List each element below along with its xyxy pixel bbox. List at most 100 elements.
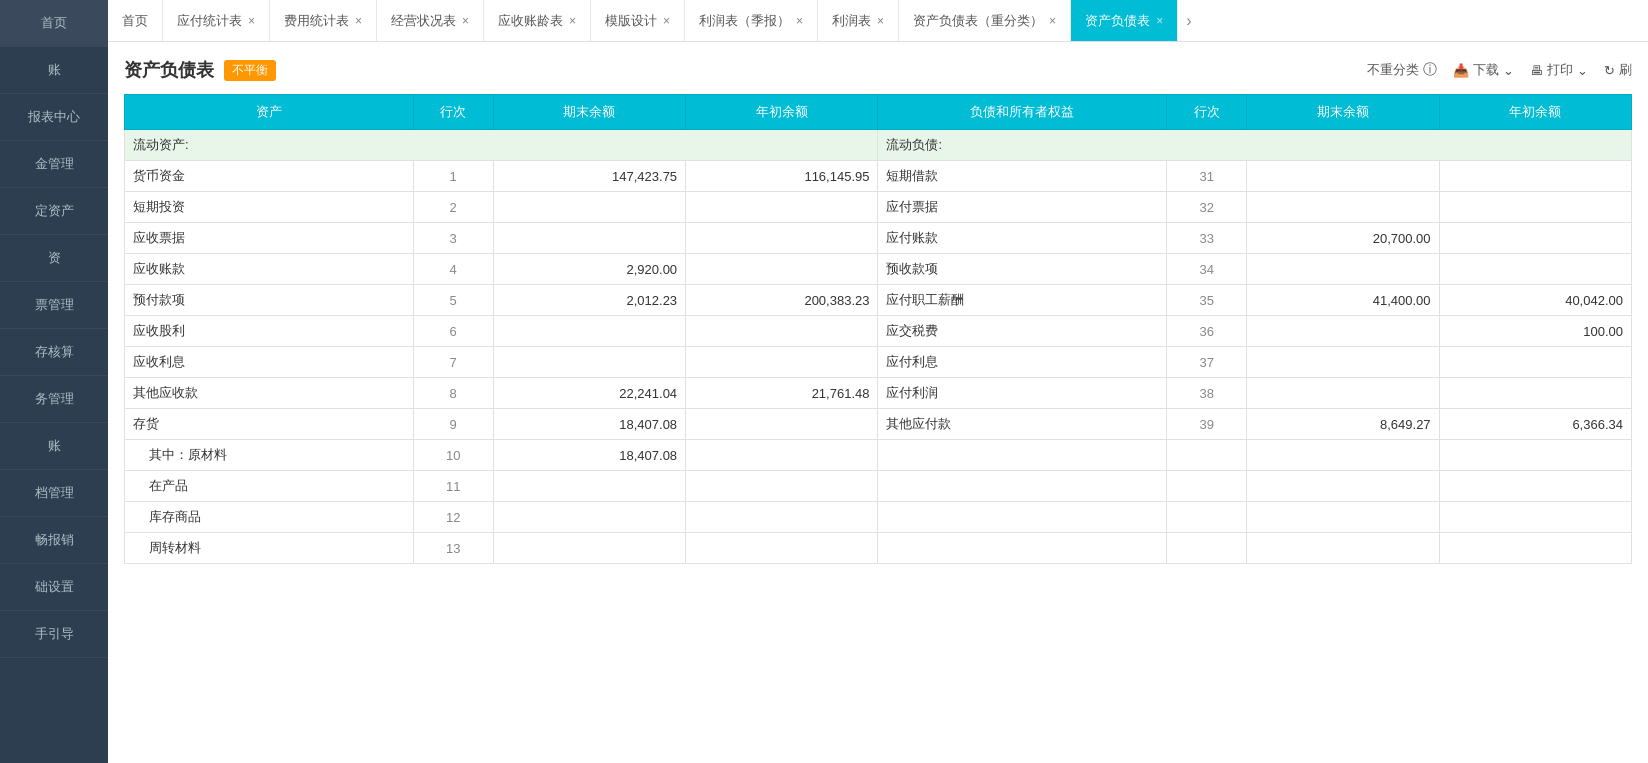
left-year-9[interactable] bbox=[686, 440, 878, 471]
tab-balance-reclassified[interactable]: 资产负债表（重分类） × bbox=[899, 0, 1071, 41]
left-item-3[interactable]: 应收账款 bbox=[125, 254, 414, 285]
left-item-6[interactable]: 应收利息 bbox=[125, 347, 414, 378]
left-item-9[interactable]: 其中：原材料 bbox=[125, 440, 414, 471]
right-year-4[interactable]: 40,042.00 bbox=[1439, 285, 1631, 316]
right-year-12[interactable] bbox=[1439, 533, 1631, 564]
left-period-0[interactable]: 147,423.75 bbox=[493, 161, 685, 192]
left-year-12[interactable] bbox=[686, 533, 878, 564]
left-year-11[interactable] bbox=[686, 502, 878, 533]
sidebar-item-expense[interactable]: 畅报销 bbox=[0, 517, 108, 564]
left-year-8[interactable] bbox=[686, 409, 878, 440]
right-period-5[interactable] bbox=[1247, 316, 1439, 347]
tab-profit-quarterly[interactable]: 利润表（季报） × bbox=[685, 0, 818, 41]
right-period-10[interactable] bbox=[1247, 471, 1439, 502]
right-period-0[interactable] bbox=[1247, 161, 1439, 192]
sidebar-item-affair-management[interactable]: 务管理 bbox=[0, 376, 108, 423]
right-year-2[interactable] bbox=[1439, 223, 1631, 254]
left-year-4[interactable]: 200,383.23 bbox=[686, 285, 878, 316]
right-period-11[interactable] bbox=[1247, 502, 1439, 533]
left-period-2[interactable] bbox=[493, 223, 685, 254]
right-item-4[interactable]: 应付职工薪酬 bbox=[878, 285, 1167, 316]
tab-payable-stats-close[interactable]: × bbox=[248, 14, 255, 28]
left-item-12[interactable]: 周转材料 bbox=[125, 533, 414, 564]
left-item-10[interactable]: 在产品 bbox=[125, 471, 414, 502]
left-period-12[interactable] bbox=[493, 533, 685, 564]
right-item-3[interactable]: 预收款项 bbox=[878, 254, 1167, 285]
left-item-7[interactable]: 其他应收款 bbox=[125, 378, 414, 409]
left-period-9[interactable]: 18,407.08 bbox=[493, 440, 685, 471]
sidebar-item-investment[interactable]: 资 bbox=[0, 235, 108, 282]
right-item-12[interactable] bbox=[878, 533, 1167, 564]
left-item-4[interactable]: 预付款项 bbox=[125, 285, 414, 316]
tab-balance-reclassified-close[interactable]: × bbox=[1049, 14, 1056, 28]
right-item-7[interactable]: 应付利润 bbox=[878, 378, 1167, 409]
left-item-8[interactable]: 存货 bbox=[125, 409, 414, 440]
right-period-1[interactable] bbox=[1247, 192, 1439, 223]
tab-expense-stats[interactable]: 费用统计表 × bbox=[270, 0, 377, 41]
sidebar-item-archive-management[interactable]: 档管理 bbox=[0, 470, 108, 517]
right-item-1[interactable]: 应付票据 bbox=[878, 192, 1167, 223]
left-period-8[interactable]: 18,407.08 bbox=[493, 409, 685, 440]
tab-profit-close[interactable]: × bbox=[877, 14, 884, 28]
right-period-6[interactable] bbox=[1247, 347, 1439, 378]
right-period-8[interactable]: 8,649.27 bbox=[1247, 409, 1439, 440]
tab-template-design[interactable]: 模版设计 × bbox=[591, 0, 685, 41]
right-item-6[interactable]: 应付利息 bbox=[878, 347, 1167, 378]
tab-arrow-right[interactable]: › bbox=[1178, 12, 1199, 30]
tab-receivable-aging[interactable]: 应收账龄表 × bbox=[484, 0, 591, 41]
sidebar-item-guide[interactable]: 手引导 bbox=[0, 611, 108, 658]
tab-balance-sheet-close[interactable]: × bbox=[1156, 14, 1163, 28]
left-year-7[interactable]: 21,761.48 bbox=[686, 378, 878, 409]
left-period-10[interactable] bbox=[493, 471, 685, 502]
right-year-3[interactable] bbox=[1439, 254, 1631, 285]
tab-business-status-close[interactable]: × bbox=[462, 14, 469, 28]
download-action[interactable]: 📥 下载 ⌄ bbox=[1453, 61, 1514, 79]
right-year-11[interactable] bbox=[1439, 502, 1631, 533]
tab-receivable-aging-close[interactable]: × bbox=[569, 14, 576, 28]
right-year-9[interactable] bbox=[1439, 440, 1631, 471]
sidebar-item-ticket-management[interactable]: 票管理 bbox=[0, 282, 108, 329]
left-period-11[interactable] bbox=[493, 502, 685, 533]
sidebar-item-home[interactable]: 首页 bbox=[0, 0, 108, 47]
sidebar-item-inventory-accounting[interactable]: 存核算 bbox=[0, 329, 108, 376]
left-year-1[interactable] bbox=[686, 192, 878, 223]
left-item-0[interactable]: 货币资金 bbox=[125, 161, 414, 192]
right-item-5[interactable]: 应交税费 bbox=[878, 316, 1167, 347]
right-period-9[interactable] bbox=[1247, 440, 1439, 471]
left-year-3[interactable] bbox=[686, 254, 878, 285]
no-reclassify-action[interactable]: 不重分类 ⓘ bbox=[1367, 61, 1437, 79]
left-item-1[interactable]: 短期投资 bbox=[125, 192, 414, 223]
left-period-7[interactable]: 22,241.04 bbox=[493, 378, 685, 409]
left-period-1[interactable] bbox=[493, 192, 685, 223]
right-year-6[interactable] bbox=[1439, 347, 1631, 378]
right-year-8[interactable]: 6,366.34 bbox=[1439, 409, 1631, 440]
tab-profit-quarterly-close[interactable]: × bbox=[796, 14, 803, 28]
right-item-0[interactable]: 短期借款 bbox=[878, 161, 1167, 192]
left-item-5[interactable]: 应收股利 bbox=[125, 316, 414, 347]
sidebar-item-fixed-assets[interactable]: 定资产 bbox=[0, 188, 108, 235]
left-period-3[interactable]: 2,920.00 bbox=[493, 254, 685, 285]
tab-profit[interactable]: 利润表 × bbox=[818, 0, 899, 41]
sidebar-item-report-center[interactable]: 报表中心 bbox=[0, 94, 108, 141]
tab-payable-stats[interactable]: 应付统计表 × bbox=[163, 0, 270, 41]
left-item-11[interactable]: 库存商品 bbox=[125, 502, 414, 533]
tab-business-status[interactable]: 经营状况表 × bbox=[377, 0, 484, 41]
right-item-2[interactable]: 应付账款 bbox=[878, 223, 1167, 254]
right-period-2[interactable]: 20,700.00 bbox=[1247, 223, 1439, 254]
left-item-2[interactable]: 应收票据 bbox=[125, 223, 414, 254]
right-year-10[interactable] bbox=[1439, 471, 1631, 502]
right-year-5[interactable]: 100.00 bbox=[1439, 316, 1631, 347]
left-year-10[interactable] bbox=[686, 471, 878, 502]
left-period-4[interactable]: 2,012.23 bbox=[493, 285, 685, 316]
left-year-0[interactable]: 116,145.95 bbox=[686, 161, 878, 192]
tab-template-design-close[interactable]: × bbox=[663, 14, 670, 28]
tab-expense-stats-close[interactable]: × bbox=[355, 14, 362, 28]
right-item-9[interactable] bbox=[878, 440, 1167, 471]
sidebar-item-fund-management[interactable]: 金管理 bbox=[0, 141, 108, 188]
right-year-0[interactable] bbox=[1439, 161, 1631, 192]
refresh-action[interactable]: ↻ 刷 bbox=[1604, 61, 1632, 79]
print-action[interactable]: 🖶 打印 ⌄ bbox=[1530, 61, 1588, 79]
left-period-5[interactable] bbox=[493, 316, 685, 347]
right-year-1[interactable] bbox=[1439, 192, 1631, 223]
right-item-8[interactable]: 其他应付款 bbox=[878, 409, 1167, 440]
